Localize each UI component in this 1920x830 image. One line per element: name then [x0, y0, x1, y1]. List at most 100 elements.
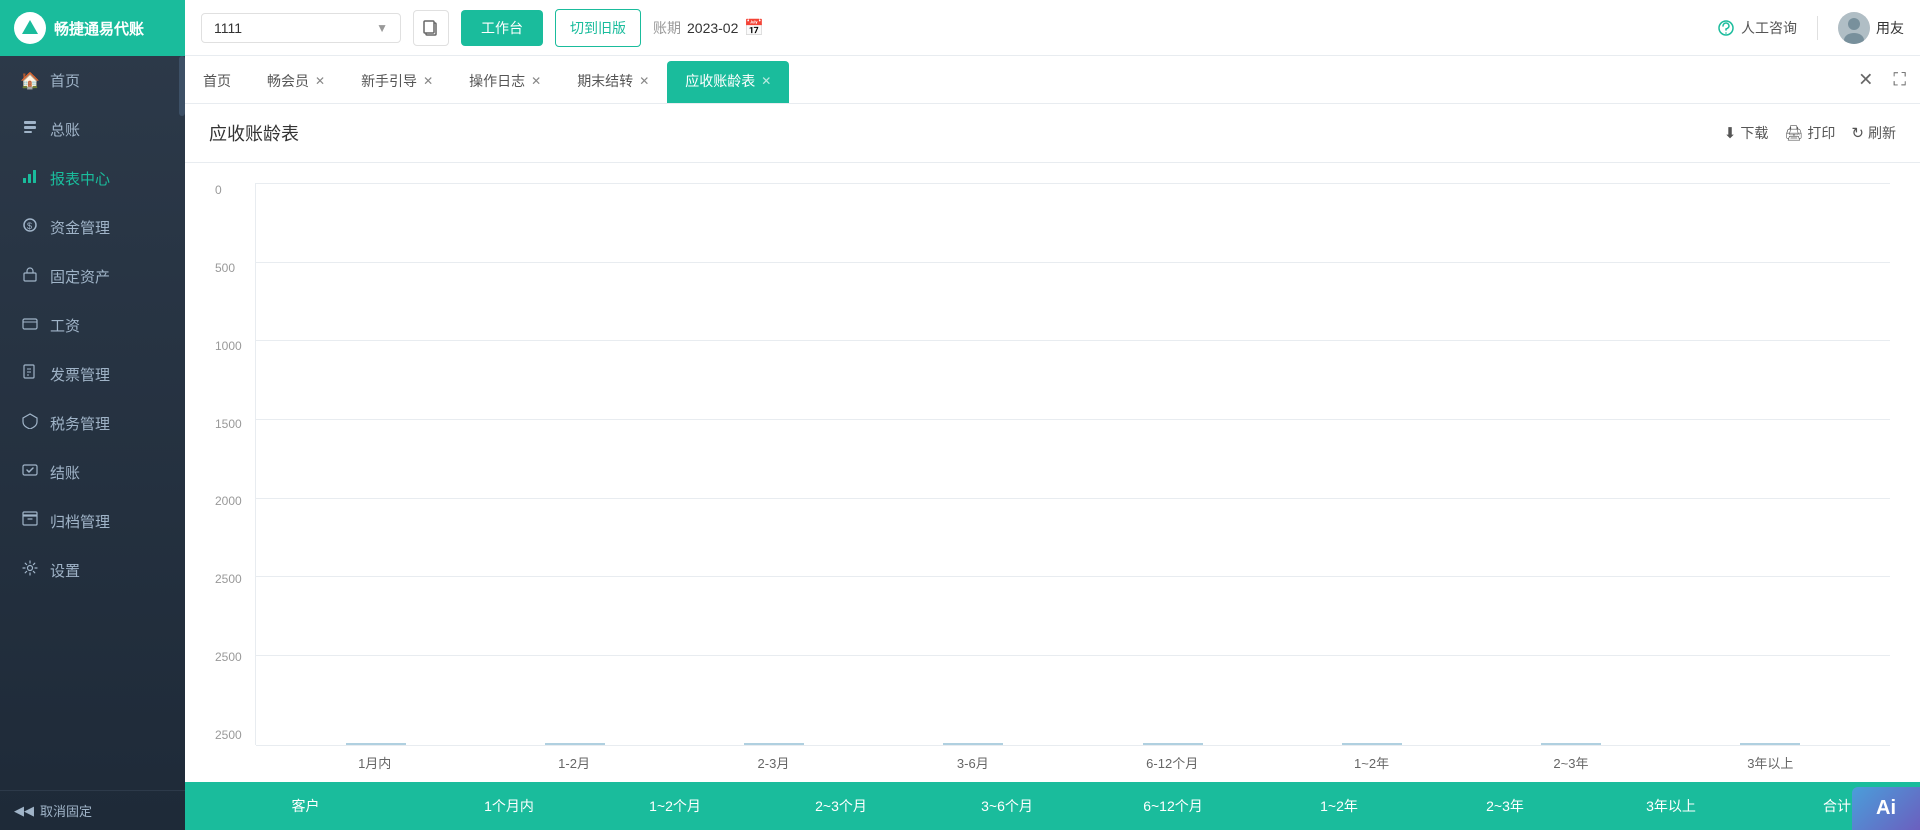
- sidebar-item-label-ledger: 总账: [50, 119, 80, 140]
- salary-icon: [20, 315, 40, 336]
- col-1-2m: 1~2个月: [592, 796, 758, 816]
- maximize-window-button[interactable]: ⛶: [1889, 65, 1910, 94]
- x-label-5: 6-12个月: [1142, 753, 1202, 772]
- tab-guide-label: 新手引导: [361, 71, 417, 91]
- sidebar-item-label-report: 报表中心: [50, 168, 110, 189]
- sidebar-item-settings[interactable]: 设置: [0, 546, 185, 595]
- tab-aging[interactable]: 应收账龄表 ✕: [667, 61, 789, 103]
- sidebar-item-checkout[interactable]: 结账: [0, 448, 185, 497]
- table-header: 客户 1个月内 1~2个月 2~3个月 3~6个月 6~12个月 1~2年 2~…: [185, 782, 1920, 830]
- print-label: 打印: [1807, 123, 1835, 143]
- close-window-button[interactable]: ✕: [1854, 65, 1877, 94]
- sidebar-item-tax[interactable]: 税务管理: [0, 399, 185, 448]
- chart-container: 2500 2500 2500 2000 1500 1000 500 0: [185, 163, 1920, 782]
- logo-icon: [14, 12, 46, 44]
- workspace-button[interactable]: 工作台: [461, 10, 543, 46]
- bar-2: [545, 743, 605, 745]
- tab-home[interactable]: 首页: [185, 61, 249, 103]
- copy-button[interactable]: [413, 10, 449, 46]
- chart-bars: [256, 183, 1890, 745]
- tab-guide-close[interactable]: ✕: [423, 74, 433, 88]
- cancel-fixed-icon: ◀◀: [14, 803, 34, 819]
- sidebar-item-label-settings: 设置: [50, 560, 80, 581]
- sidebar-item-home[interactable]: 🏠 首页: [0, 56, 185, 105]
- download-icon: ⬇: [1724, 124, 1737, 142]
- tabs-bar: 首页 畅会员 ✕ 新手引导 ✕ 操作日志 ✕ 期末结转 ✕ 应收账龄表 ✕ ✕ …: [185, 56, 1920, 104]
- x-label-4: 3-6月: [943, 753, 1003, 772]
- checkout-icon: [20, 462, 40, 483]
- col-1m: 1个月内: [426, 796, 592, 816]
- col-6-12m: 6~12个月: [1090, 796, 1256, 816]
- asset-icon: [20, 266, 40, 287]
- tab-home-label: 首页: [203, 71, 231, 91]
- tab-period-end-label: 期末结转: [577, 71, 633, 91]
- user-menu[interactable]: 用友: [1838, 12, 1904, 44]
- tab-period-end-close[interactable]: ✕: [639, 74, 649, 88]
- tab-aging-close[interactable]: ✕: [761, 74, 771, 88]
- bar-6: [1342, 743, 1402, 745]
- sidebar-item-label-fund: 资金管理: [50, 217, 110, 238]
- sidebar-item-asset[interactable]: 固定资产: [0, 252, 185, 301]
- x-label-1: 1月内: [345, 753, 405, 772]
- col-2-3y: 2~3年: [1422, 796, 1588, 816]
- col-3-6m: 3~6个月: [924, 796, 1090, 816]
- tab-member[interactable]: 畅会员 ✕: [249, 61, 343, 103]
- chart-grid: [255, 183, 1890, 745]
- tab-period-end[interactable]: 期末结转 ✕: [559, 61, 667, 103]
- tab-aging-label: 应收账龄表: [685, 71, 755, 91]
- tabsbar-actions: ✕ ⛶: [1854, 65, 1910, 94]
- archive-icon: [20, 511, 40, 532]
- col-1-2y: 1~2年: [1256, 796, 1422, 816]
- refresh-label: 刷新: [1868, 123, 1896, 143]
- chart-plot: 1月内 1-2月 2-3月 3-6月 6-12个月 1~2年 2~3年 3年以上: [255, 183, 1890, 772]
- home-icon: 🏠: [20, 71, 40, 91]
- bar-group-6: [1342, 743, 1402, 745]
- x-label-3: 2-3月: [743, 753, 803, 772]
- page-actions: ⬇ 下载 🖨 打印 ↻ 刷新: [1724, 123, 1896, 143]
- sidebar-item-invoice[interactable]: 发票管理: [0, 350, 185, 399]
- page-title: 应收账龄表: [209, 120, 299, 146]
- tax-icon: [20, 413, 40, 434]
- chevron-down-icon: ▼: [376, 21, 388, 35]
- tab-log[interactable]: 操作日志 ✕: [451, 61, 559, 103]
- old-version-button[interactable]: 切到旧版: [555, 9, 641, 47]
- chart-x-labels: 1月内 1-2月 2-3月 3-6月 6-12个月 1~2年 2~3年 3年以上: [255, 745, 1890, 772]
- y-label-4: 2000: [215, 494, 245, 508]
- consult-button[interactable]: 人工咨询: [1717, 18, 1797, 38]
- y-label-5: 2500: [215, 572, 245, 586]
- sidebar-item-report[interactable]: 报表中心: [0, 154, 185, 203]
- calendar-icon[interactable]: 📅: [744, 18, 764, 38]
- sidebar-item-label-tax: 税务管理: [50, 413, 110, 434]
- sidebar-item-fund[interactable]: $ 资金管理: [0, 203, 185, 252]
- tab-member-close[interactable]: ✕: [315, 74, 325, 88]
- bar-1: [346, 743, 406, 745]
- account-selector[interactable]: 1111 ▼: [201, 13, 401, 43]
- divider: [1817, 16, 1818, 40]
- invoice-icon: [20, 364, 40, 385]
- bar-group-7: [1541, 743, 1601, 745]
- print-button[interactable]: 🖨 打印: [1784, 123, 1835, 143]
- sidebar-logo: 畅捷通易代账: [0, 0, 185, 56]
- bar-group-4: [943, 743, 1003, 745]
- period-label: 账期: [653, 18, 681, 38]
- sidebar-item-archive[interactable]: 归档管理: [0, 497, 185, 546]
- account-name: 1111: [214, 20, 368, 36]
- sidebar-item-label-archive: 归档管理: [50, 511, 110, 532]
- download-button[interactable]: ⬇ 下载: [1724, 123, 1769, 143]
- bar-8: [1740, 743, 1800, 745]
- tab-guide[interactable]: 新手引导 ✕: [343, 61, 451, 103]
- sidebar-item-label-home: 首页: [50, 70, 80, 91]
- consult-label: 人工咨询: [1741, 18, 1797, 38]
- refresh-button[interactable]: ↻ 刷新: [1851, 123, 1896, 143]
- sidebar-item-label-invoice: 发票管理: [50, 364, 110, 385]
- sidebar-item-salary[interactable]: 工资: [0, 301, 185, 350]
- refresh-icon: ↻: [1851, 124, 1864, 142]
- bar-group-2: [545, 743, 605, 745]
- y-label-7: 2500: [215, 728, 245, 742]
- period-value: 2023-02: [687, 20, 738, 36]
- tab-log-close[interactable]: ✕: [531, 74, 541, 88]
- cancel-fixed-button[interactable]: ◀◀ 取消固定: [0, 790, 185, 830]
- x-label-6: 1~2年: [1342, 753, 1402, 772]
- sidebar-item-ledger[interactable]: 总账: [0, 105, 185, 154]
- ai-badge[interactable]: Ai: [1852, 787, 1920, 830]
